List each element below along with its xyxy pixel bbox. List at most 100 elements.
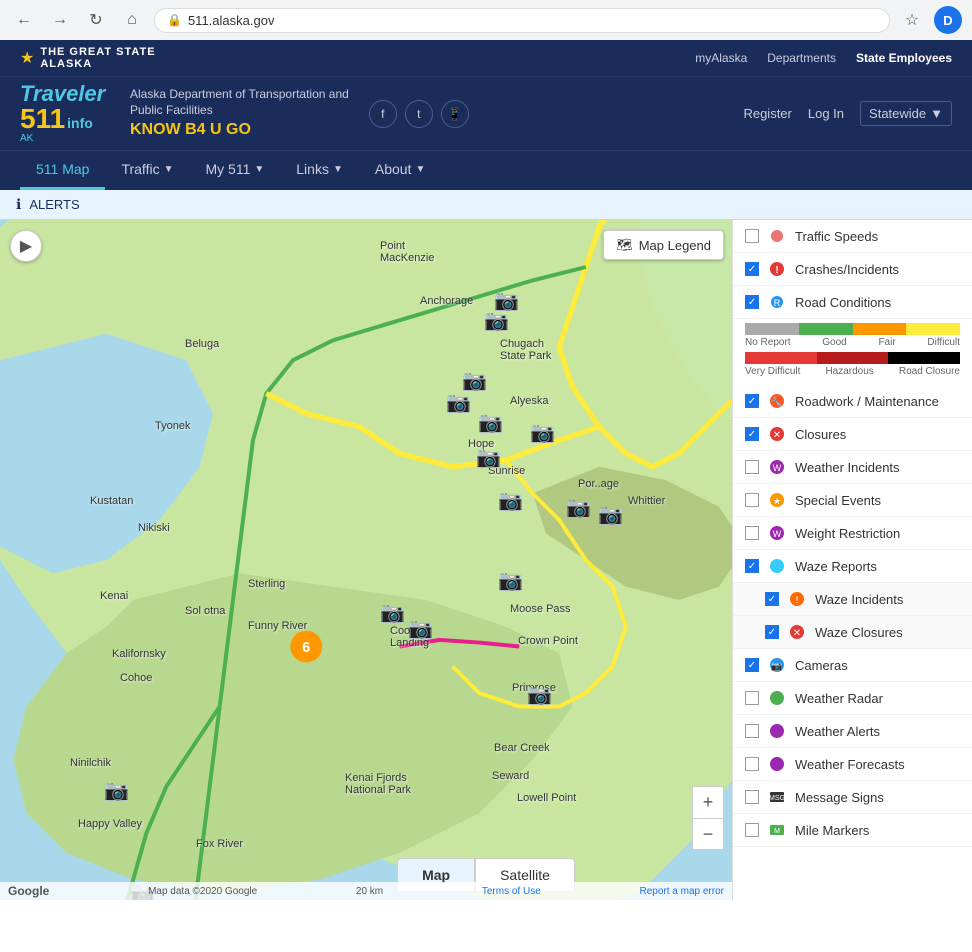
camera-marker-14[interactable]: 📷	[104, 778, 129, 803]
report-map-error-link[interactable]: Report a map error	[639, 886, 723, 897]
weather-radar-checkbox[interactable]	[745, 691, 759, 705]
waze-reports-checkbox[interactable]	[745, 559, 759, 573]
legend-weather-radar[interactable]: Weather Radar	[733, 682, 972, 715]
camera-marker-10[interactable]: 📷	[408, 616, 433, 641]
myalaska-link[interactable]: myAlaska	[695, 51, 747, 65]
weight-restriction-checkbox[interactable]	[745, 526, 759, 540]
weather-alerts-label: Weather Alerts	[795, 724, 880, 739]
legend-closures[interactable]: ✕ Closures	[733, 418, 972, 451]
bookmark-button[interactable]: ☆	[898, 6, 926, 34]
nav-511map[interactable]: 511 Map	[20, 151, 105, 190]
user-avatar[interactable]: D	[934, 6, 962, 34]
svg-text:W: W	[773, 463, 782, 473]
crashes-checkbox[interactable]	[745, 262, 759, 276]
closures-checkbox[interactable]	[745, 427, 759, 441]
address-bar[interactable]: 🔒 511.alaska.gov	[154, 8, 890, 33]
weather-incidents-icon: W	[767, 457, 787, 477]
statewide-dropdown[interactable]: Statewide ▼	[860, 101, 952, 126]
logo-info: info	[67, 115, 93, 131]
camera-marker-3[interactable]: 📷	[478, 410, 503, 435]
camera-marker-8[interactable]: 📷	[498, 488, 523, 513]
mobile-icon[interactable]: 📱	[441, 100, 469, 128]
legend-waze-closures[interactable]: ✕ Waze Closures	[733, 616, 972, 649]
site-header-top: ★ THE GREAT STATEALASKA myAlaska Departm…	[0, 40, 972, 76]
cameras-checkbox[interactable]	[745, 658, 759, 672]
legend-special-events[interactable]: ★ Special Events	[733, 484, 972, 517]
camera-marker-16[interactable]: 📷	[527, 682, 552, 707]
nav-traffic[interactable]: Traffic ▼	[105, 151, 189, 190]
waze-closures-icon: ✕	[787, 622, 807, 642]
camera-marker-4[interactable]: 📷	[476, 445, 501, 470]
state-employees-link[interactable]: State Employees	[856, 51, 952, 65]
message-signs-label: Message Signs	[795, 790, 884, 805]
nav-about[interactable]: About ▼	[359, 151, 442, 190]
special-events-checkbox[interactable]	[745, 493, 759, 507]
departments-link[interactable]: Departments	[767, 51, 836, 65]
legend-roadwork[interactable]: 🔧 Roadwork / Maintenance	[733, 385, 972, 418]
legend-message-signs[interactable]: MSG Message Signs	[733, 781, 972, 814]
legend-weight-restriction[interactable]: W Weight Restriction	[733, 517, 972, 550]
legend-mile-markers[interactable]: M Mile Markers	[733, 814, 972, 847]
legend-road-conditions[interactable]: R Road Conditions	[733, 286, 972, 319]
map-expand-button[interactable]: ▶	[10, 230, 42, 262]
weather-incidents-checkbox[interactable]	[745, 460, 759, 474]
terms-of-use-link[interactable]: Terms of Use	[482, 886, 541, 897]
camera-marker-2[interactable]: 📷	[446, 390, 471, 415]
cameras-label: Cameras	[795, 658, 848, 673]
camera-marker-5[interactable]: 📷	[530, 420, 555, 445]
zoom-in-button[interactable]: +	[692, 786, 724, 818]
legend-waze-incidents[interactable]: ! Waze Incidents	[733, 583, 972, 616]
about-dropdown-arrow-icon: ▼	[415, 164, 425, 175]
dept-line2: Public Facilities	[130, 102, 349, 119]
weather-alerts-checkbox[interactable]	[745, 724, 759, 738]
nav-links[interactable]: Links ▼	[280, 151, 359, 190]
register-link[interactable]: Register	[743, 106, 791, 121]
legend-waze-reports[interactable]: Waze Reports	[733, 550, 972, 583]
closures-icon: ✕	[767, 424, 787, 444]
login-link[interactable]: Log In	[808, 106, 844, 121]
social-icons: f t 📱	[369, 100, 469, 128]
road-conditions-checkbox[interactable]	[745, 295, 759, 309]
legend-cameras[interactable]: 📷 Cameras	[733, 649, 972, 682]
weather-radar-icon	[767, 688, 787, 708]
waze-closures-checkbox[interactable]	[765, 625, 779, 639]
weather-radar-label: Weather Radar	[795, 691, 883, 706]
legend-weather-incidents[interactable]: W Weather Incidents	[733, 451, 972, 484]
camera-marker-13[interactable]: 📷	[598, 502, 623, 527]
camera-marker-12[interactable]: 📷	[566, 495, 591, 520]
my511-dropdown-arrow-icon: ▼	[254, 164, 264, 175]
road-condition-legend: No Report Good Fair Difficult Very Diffi…	[733, 319, 972, 385]
camera-marker-7[interactable]: 📷	[494, 288, 519, 313]
waze-incidents-icon: !	[787, 589, 807, 609]
refresh-button[interactable]: ↻	[82, 6, 110, 34]
traffic-speeds-checkbox[interactable]	[745, 229, 759, 243]
waze-reports-label: Waze Reports	[795, 559, 877, 574]
map-data-text: Map data ©2020 Google	[148, 886, 257, 897]
weather-forecasts-checkbox[interactable]	[745, 757, 759, 771]
back-button[interactable]: ←	[10, 6, 38, 34]
nav-my511[interactable]: My 511 ▼	[189, 151, 280, 190]
url-text: 511.alaska.gov	[188, 13, 275, 28]
waze-incidents-checkbox[interactable]	[765, 592, 779, 606]
map-container[interactable]: 6 PointMacKenzie Anchorage Beluga Chugac…	[0, 220, 972, 900]
message-signs-checkbox[interactable]	[745, 790, 759, 804]
roadwork-checkbox[interactable]	[745, 394, 759, 408]
forward-button[interactable]: →	[46, 6, 74, 34]
facebook-icon[interactable]: f	[369, 100, 397, 128]
nav-about-label: About	[375, 161, 412, 177]
legend-weather-forecasts[interactable]: Weather Forecasts	[733, 748, 972, 781]
twitter-icon[interactable]: t	[405, 100, 433, 128]
svg-text:!: !	[775, 265, 778, 276]
camera-marker-9[interactable]: 📷	[380, 600, 405, 625]
mile-markers-checkbox[interactable]	[745, 823, 759, 837]
map-legend-button[interactable]: 🗺 Map Legend	[603, 230, 724, 260]
header-top-links: myAlaska Departments State Employees	[695, 51, 952, 65]
zoom-out-button[interactable]: −	[692, 818, 724, 850]
camera-marker-11[interactable]: 📷	[498, 568, 523, 593]
svg-text:M: M	[774, 828, 780, 835]
legend-crashes[interactable]: ! Crashes/Incidents	[733, 253, 972, 286]
color-good: Good	[822, 337, 846, 348]
legend-weather-alerts[interactable]: Weather Alerts	[733, 715, 972, 748]
home-button[interactable]: ⌂	[118, 6, 146, 34]
legend-traffic-speeds[interactable]: Traffic Speeds	[733, 220, 972, 253]
